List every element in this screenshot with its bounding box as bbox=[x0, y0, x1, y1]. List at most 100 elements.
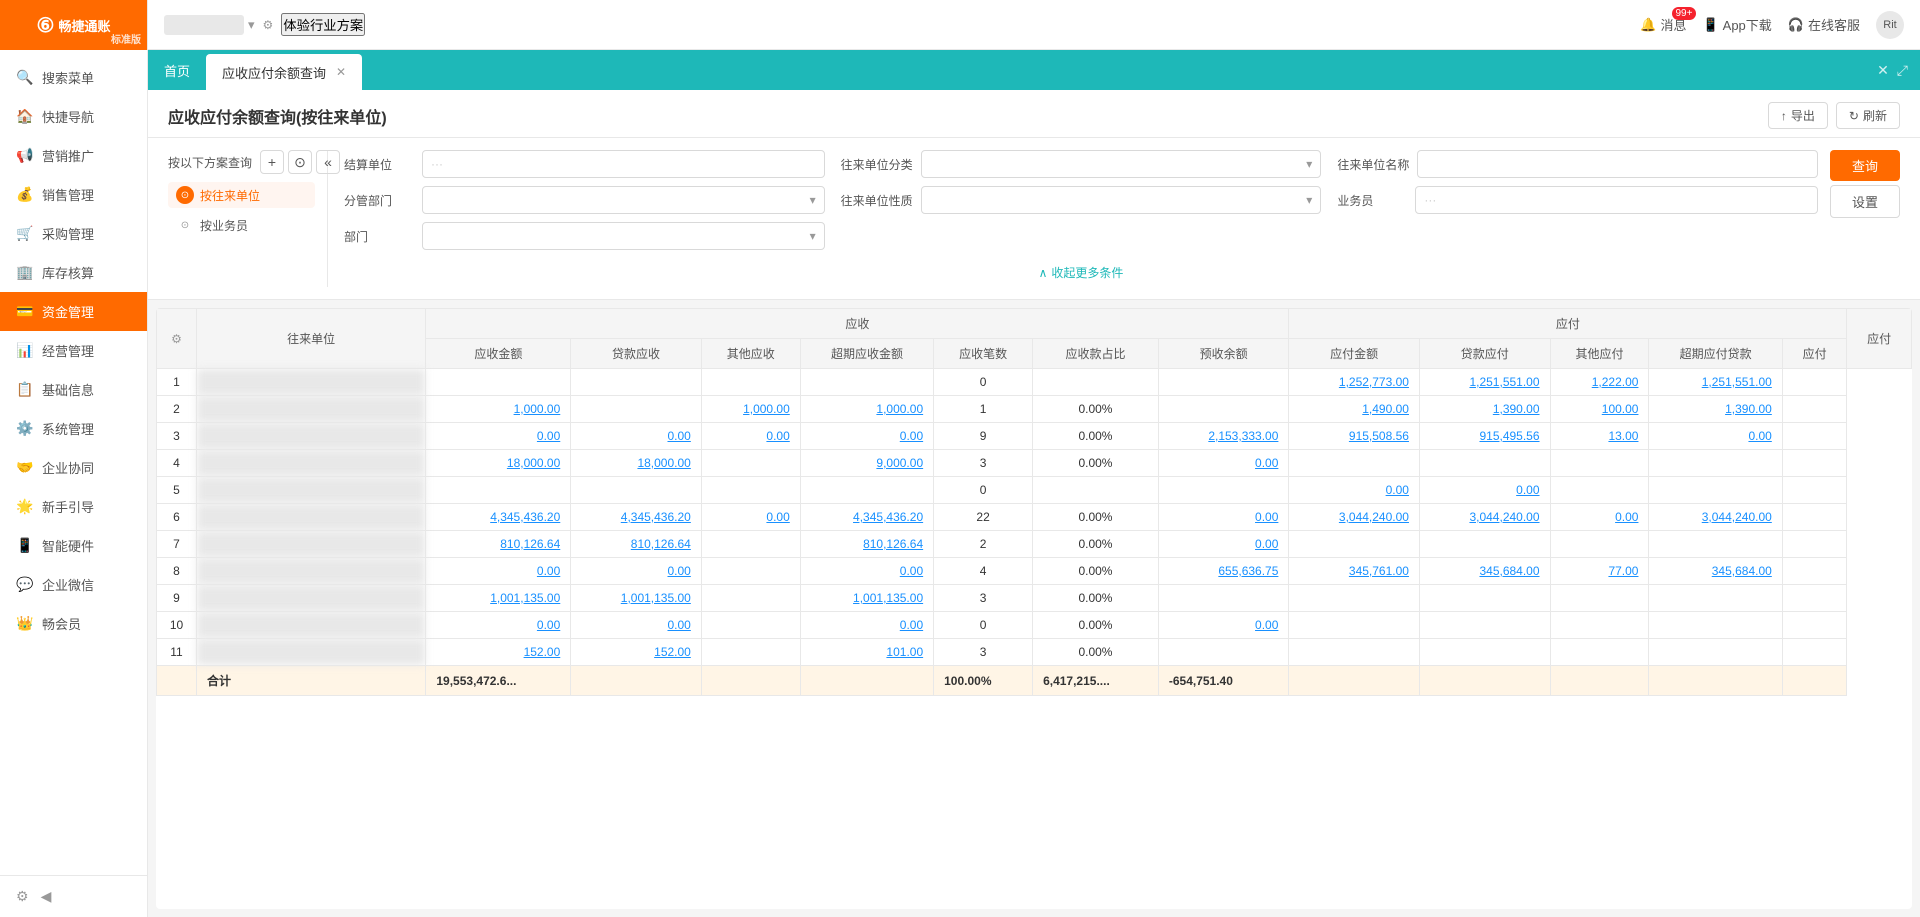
sidebar-item-sales[interactable]: 💰销售管理 bbox=[0, 175, 147, 214]
ar-other-2[interactable]: 1,000.00 bbox=[701, 396, 800, 423]
ar-amount-10[interactable]: 0.00 bbox=[426, 612, 571, 639]
partner-category-input[interactable]: ▾ bbox=[921, 150, 1322, 178]
ap-loan-6[interactable]: 3,044,240.00 bbox=[1419, 504, 1550, 531]
tab-close-icon[interactable]: ✕ bbox=[336, 65, 346, 79]
ap-amount-6[interactable]: 3,044,240.00 bbox=[1289, 504, 1420, 531]
dept-input[interactable]: ▾ bbox=[422, 222, 825, 250]
ar-prepay-7[interactable]: 0.00 bbox=[1158, 531, 1289, 558]
footer-ar-prepay[interactable]: 6,417,215.... bbox=[1033, 666, 1159, 696]
ar-loan-3[interactable]: 0.00 bbox=[571, 423, 702, 450]
ap-amount-3[interactable]: 915,508.56 bbox=[1289, 423, 1420, 450]
ap-amount-1[interactable]: 1,252,773.00 bbox=[1289, 369, 1420, 396]
sidebar-item-marketing[interactable]: 📢营销推广 bbox=[0, 136, 147, 175]
ap-other-6[interactable]: 0.00 bbox=[1550, 504, 1649, 531]
ar-amount-3[interactable]: 0.00 bbox=[426, 423, 571, 450]
sidebar-item-corp[interactable]: 🤝企业协同 bbox=[0, 448, 147, 487]
ar-overdue-7[interactable]: 810,126.64 bbox=[800, 531, 933, 558]
ar-overdue-3[interactable]: 0.00 bbox=[800, 423, 933, 450]
ar-loan-8[interactable]: 0.00 bbox=[571, 558, 702, 585]
ap-amount-2[interactable]: 1,490.00 bbox=[1289, 396, 1420, 423]
sidebar-item-wechat[interactable]: 💬企业微信 bbox=[0, 565, 147, 604]
scheme-by-staff[interactable]: ⊙ 按业务员 bbox=[168, 212, 315, 238]
ar-amount-11[interactable]: 152.00 bbox=[426, 639, 571, 666]
settlement-unit-input[interactable]: ··· bbox=[422, 150, 825, 178]
ap-amount-8[interactable]: 345,761.00 bbox=[1289, 558, 1420, 585]
footer-ap-total[interactable]: -654,751.40 bbox=[1158, 666, 1289, 696]
ar-amount-4[interactable]: 18,000.00 bbox=[426, 450, 571, 477]
sidebar-item-capital[interactable]: 💳资金管理 bbox=[0, 292, 147, 331]
ar-loan-4[interactable]: 18,000.00 bbox=[571, 450, 702, 477]
sidebar-item-system[interactable]: ⚙️系统管理 bbox=[0, 409, 147, 448]
ar-overdue-11[interactable]: 101.00 bbox=[800, 639, 933, 666]
tab-close-btn[interactable]: ✕ bbox=[1877, 62, 1889, 79]
sidebar-item-device[interactable]: 📱智能硬件 bbox=[0, 526, 147, 565]
ar-amount-6[interactable]: 4,345,436.20 bbox=[426, 504, 571, 531]
ar-loan-11[interactable]: 152.00 bbox=[571, 639, 702, 666]
gear-icon[interactable]: ⚙ bbox=[263, 18, 274, 32]
sidebar-item-quick-nav[interactable]: 🏠快捷导航 bbox=[0, 97, 147, 136]
footer-ar-total[interactable]: 19,553,472.6... bbox=[426, 666, 571, 696]
ap-loan-2[interactable]: 1,390.00 bbox=[1419, 396, 1550, 423]
ar-prepay-6[interactable]: 0.00 bbox=[1158, 504, 1289, 531]
ar-loan-6[interactable]: 4,345,436.20 bbox=[571, 504, 702, 531]
ap-other-2[interactable]: 100.00 bbox=[1550, 396, 1649, 423]
sidebar-item-basic[interactable]: 📋基础信息 bbox=[0, 370, 147, 409]
salesperson-input[interactable]: ··· bbox=[1415, 186, 1818, 214]
user-avatar[interactable]: Rit bbox=[1876, 11, 1904, 39]
sidebar-item-inventory[interactable]: 🏢库存核算 bbox=[0, 253, 147, 292]
filter-collapse-btn[interactable]: « bbox=[316, 150, 340, 174]
ar-amount-2[interactable]: 1,000.00 bbox=[426, 396, 571, 423]
export-button[interactable]: ↑ 导出 bbox=[1768, 102, 1828, 129]
ap-other-1[interactable]: 1,222.00 bbox=[1550, 369, 1649, 396]
ar-overdue-9[interactable]: 1,001,135.00 bbox=[800, 585, 933, 612]
ar-amount-7[interactable]: 810,126.64 bbox=[426, 531, 571, 558]
ap-other-8[interactable]: 77.00 bbox=[1550, 558, 1649, 585]
ar-prepay-3[interactable]: 2,153,333.00 bbox=[1158, 423, 1289, 450]
sidebar-item-purchase[interactable]: 🛒采购管理 bbox=[0, 214, 147, 253]
tab-expand-btn[interactable]: ⤢ bbox=[1897, 62, 1908, 79]
ap-overdue-6[interactable]: 3,044,240.00 bbox=[1649, 504, 1782, 531]
ar-overdue-6[interactable]: 4,345,436.20 bbox=[800, 504, 933, 531]
collapse-more-btn[interactable]: ∧ 收起更多条件 bbox=[344, 258, 1818, 287]
filter-settings-btn[interactable]: ⊙ bbox=[288, 150, 312, 174]
ar-loan-9[interactable]: 1,001,135.00 bbox=[571, 585, 702, 612]
settings-button[interactable]: 设置 bbox=[1830, 185, 1900, 218]
tab-ar-ap-query[interactable]: 应收应付余额查询 ✕ bbox=[206, 54, 362, 90]
collapse-sidebar-icon[interactable]: ◀ bbox=[41, 888, 52, 905]
partner-nature-input[interactable]: ▾ bbox=[921, 186, 1322, 214]
ar-amount-8[interactable]: 0.00 bbox=[426, 558, 571, 585]
ar-loan-7[interactable]: 810,126.64 bbox=[571, 531, 702, 558]
sidebar-item-operation[interactable]: 📊经营管理 bbox=[0, 331, 147, 370]
ap-amount-5[interactable]: 0.00 bbox=[1289, 477, 1420, 504]
ar-overdue-2[interactable]: 1,000.00 bbox=[800, 396, 933, 423]
sidebar-item-member[interactable]: 👑畅会员 bbox=[0, 604, 147, 643]
sidebar-item-search-menu[interactable]: 🔍搜索菜单 bbox=[0, 58, 147, 97]
tab-home[interactable]: 首页 bbox=[148, 50, 206, 90]
app-download-btn[interactable]: 📱 App下载 bbox=[1702, 15, 1771, 34]
solution-button[interactable]: 体验行业方案 bbox=[281, 13, 365, 36]
ar-loan-10[interactable]: 0.00 bbox=[571, 612, 702, 639]
ar-prepay-4[interactable]: 0.00 bbox=[1158, 450, 1289, 477]
ap-overdue-3[interactable]: 0.00 bbox=[1649, 423, 1782, 450]
partner-name-input[interactable] bbox=[1417, 150, 1818, 178]
query-button[interactable]: 查询 bbox=[1830, 150, 1900, 181]
ar-overdue-4[interactable]: 9,000.00 bbox=[800, 450, 933, 477]
settings-icon[interactable]: ⚙ bbox=[16, 888, 29, 905]
filter-add-btn[interactable]: + bbox=[260, 150, 284, 174]
ap-other-3[interactable]: 13.00 bbox=[1550, 423, 1649, 450]
sidebar-item-guide[interactable]: 🌟新手引导 bbox=[0, 487, 147, 526]
ar-amount-9[interactable]: 1,001,135.00 bbox=[426, 585, 571, 612]
table-settings-icon[interactable]: ⚙ bbox=[171, 332, 182, 346]
ap-loan-5[interactable]: 0.00 bbox=[1419, 477, 1550, 504]
ar-other-6[interactable]: 0.00 bbox=[701, 504, 800, 531]
ap-overdue-2[interactable]: 1,390.00 bbox=[1649, 396, 1782, 423]
refresh-button[interactable]: ↻ 刷新 bbox=[1836, 102, 1900, 129]
ap-loan-8[interactable]: 345,684.00 bbox=[1419, 558, 1550, 585]
ar-overdue-10[interactable]: 0.00 bbox=[800, 612, 933, 639]
online-service-btn[interactable]: 🎧 在线客服 bbox=[1788, 15, 1860, 34]
ap-loan-3[interactable]: 915,495.56 bbox=[1419, 423, 1550, 450]
ar-other-3[interactable]: 0.00 bbox=[701, 423, 800, 450]
notification-btn[interactable]: 🔔 消息 99+ bbox=[1640, 15, 1686, 34]
ap-overdue-8[interactable]: 345,684.00 bbox=[1649, 558, 1782, 585]
ar-prepay-8[interactable]: 655,636.75 bbox=[1158, 558, 1289, 585]
